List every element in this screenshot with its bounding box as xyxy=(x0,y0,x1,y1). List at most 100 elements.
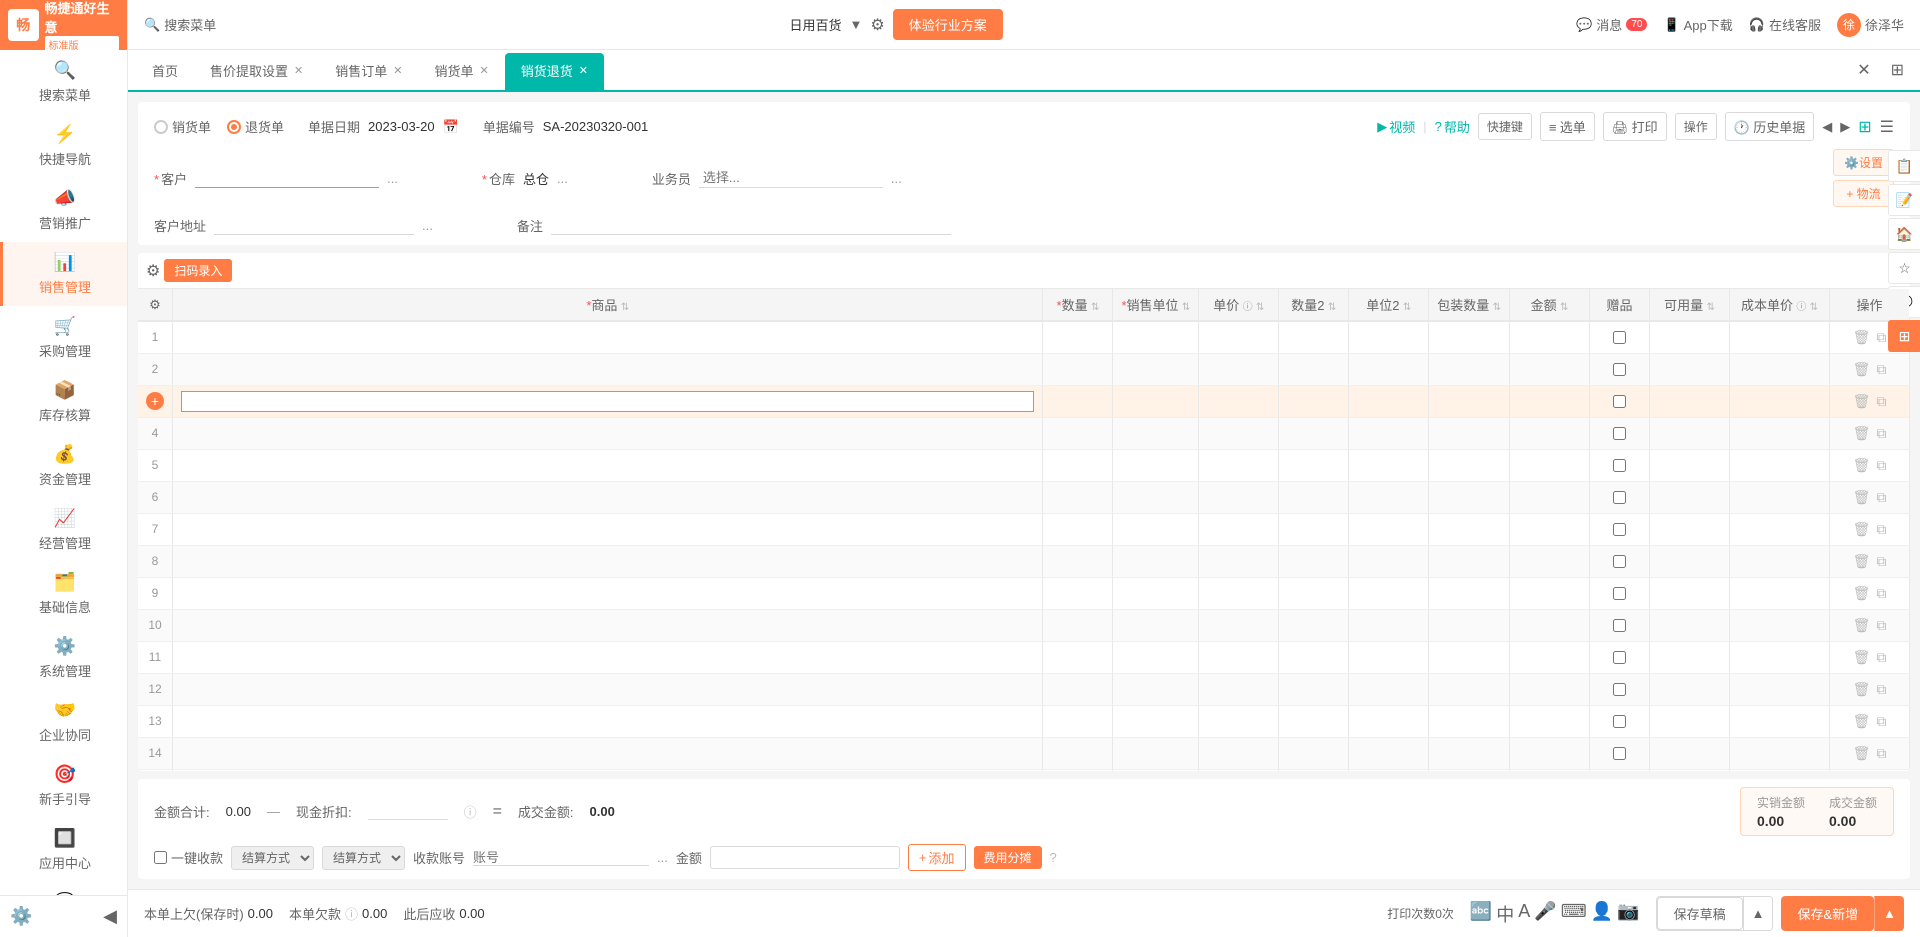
gift-checkbox[interactable] xyxy=(1613,747,1626,760)
grid-view-icon[interactable]: ⊞ xyxy=(1858,117,1871,137)
row-delete-icon[interactable]: 🗑 xyxy=(1853,425,1871,442)
scan-btn[interactable]: 扫码录入 xyxy=(164,259,232,282)
gift-checkbox[interactable] xyxy=(1613,523,1626,536)
row-copy-icon[interactable]: ⧉ xyxy=(1876,393,1886,410)
tab-close-sales-return[interactable]: ✕ xyxy=(579,64,588,77)
sidebar-item-inventory[interactable]: 📦 库存核算 xyxy=(0,370,127,434)
row-copy-icon[interactable]: ⧉ xyxy=(1876,521,1886,538)
sidebar-item-apps[interactable]: 🔲 应用中心 xyxy=(0,818,127,882)
tab-sales-order[interactable]: 销售订单 ✕ xyxy=(319,53,418,90)
unit-cell[interactable] xyxy=(1113,321,1199,353)
row-delete-icon[interactable]: 🗑 xyxy=(1853,361,1871,378)
product-input-active[interactable] xyxy=(181,391,1034,412)
tool-btn-1[interactable]: 🔤 xyxy=(1470,901,1492,927)
row-copy-icon[interactable]: ⧉ xyxy=(1876,489,1886,506)
price-sort-icon[interactable]: ⇅ xyxy=(1256,302,1264,313)
tool-btn-4[interactable]: 🎤 xyxy=(1534,901,1556,927)
settings-gear-icon[interactable]: ⚙️ xyxy=(10,906,32,927)
topbar-gear-icon[interactable]: ⚙ xyxy=(870,15,884,35)
topbar-search[interactable]: 🔍 搜索菜单 xyxy=(144,15,216,34)
tab-close-sales-delivery[interactable]: ✕ xyxy=(480,64,489,77)
row-delete-icon[interactable]: 🗑 xyxy=(1853,393,1871,410)
gift-checkbox[interactable] xyxy=(1613,619,1626,632)
sidebar-item-shortcut[interactable]: ⚡ 快捷导航 xyxy=(0,114,127,178)
qty-sort-icon[interactable]: ⇅ xyxy=(1091,302,1099,313)
row-copy-icon[interactable]: ⧉ xyxy=(1876,425,1886,442)
right-panel-btn-1[interactable]: 📋 xyxy=(1888,150,1920,182)
customer-select-btn[interactable]: ... xyxy=(387,171,398,186)
cash-info-icon[interactable]: ⓘ xyxy=(464,802,477,821)
tool-btn-5[interactable]: ⌨ xyxy=(1561,901,1587,927)
payment-amount-input[interactable] xyxy=(710,846,900,869)
gift-checkbox[interactable] xyxy=(1613,363,1626,376)
history-btn[interactable]: 🕐 历史单据 xyxy=(1725,112,1815,141)
sidebar-item-system[interactable]: ⚙️ 系统管理 xyxy=(0,626,127,690)
right-panel-btn-6[interactable]: ⊞ xyxy=(1888,320,1920,352)
account-dots-btn[interactable]: ... xyxy=(657,850,668,865)
calc-method-select[interactable]: 结算方式 xyxy=(322,846,405,870)
shortcut-btn[interactable]: 快捷键 xyxy=(1478,113,1532,140)
qty2-cell[interactable] xyxy=(1279,321,1349,353)
row-delete-icon[interactable]: 🗑 xyxy=(1853,457,1871,474)
cost-info-icon[interactable]: ⓘ xyxy=(1796,302,1806,313)
address-input[interactable] xyxy=(214,215,414,235)
print-btn[interactable]: 🖨 打印 xyxy=(1603,112,1667,141)
expense-split-btn[interactable]: 费用分摊 xyxy=(974,846,1042,869)
qty-cell[interactable] xyxy=(1043,353,1113,385)
qty2-cell[interactable] xyxy=(1279,353,1349,385)
tab-close-price-settings[interactable]: ✕ xyxy=(294,64,303,77)
row-copy-icon[interactable]: ⧉ xyxy=(1876,617,1886,634)
tab-expand-icon[interactable]: ⊞ xyxy=(1883,56,1912,84)
product-cell-active[interactable] xyxy=(173,385,1043,417)
sidebar-collapse-icon[interactable]: ◀ xyxy=(103,906,117,927)
sidebar-item-guide[interactable]: 🎯 新手引导 xyxy=(0,754,127,818)
address-select-btn[interactable]: ... xyxy=(422,218,433,233)
table-settings-icon[interactable]: ⚙ xyxy=(146,261,160,281)
expense-help-icon[interactable]: ? xyxy=(1050,850,1057,865)
row-delete-icon[interactable]: 🗑 xyxy=(1853,681,1871,698)
qty-cell[interactable] xyxy=(1043,321,1113,353)
price-cell[interactable] xyxy=(1199,353,1279,385)
list-view-icon[interactable]: ☰ xyxy=(1880,117,1894,137)
tab-price-settings[interactable]: 售价提取设置 ✕ xyxy=(194,53,319,90)
unit2-cell[interactable] xyxy=(1349,321,1429,353)
radio-delivery[interactable]: 销货单 xyxy=(154,117,211,136)
right-panel-btn-4[interactable]: ☆ xyxy=(1888,252,1920,284)
sidebar-item-enterprise[interactable]: 🤝 企业协同 xyxy=(0,690,127,754)
gift-checkbox[interactable] xyxy=(1613,395,1626,408)
unit-cell[interactable] xyxy=(1113,353,1199,385)
unit-sort-icon[interactable]: ⇅ xyxy=(1182,302,1190,313)
gift-checkbox[interactable] xyxy=(1613,683,1626,696)
operation-btn[interactable]: 操作 xyxy=(1675,113,1717,140)
row-copy-icon[interactable]: ⧉ xyxy=(1876,649,1886,666)
add-row-btn[interactable]: + xyxy=(146,392,164,410)
unit2-cell[interactable] xyxy=(1349,353,1429,385)
price-info-icon[interactable]: ⓘ xyxy=(1243,302,1253,313)
cost-sort-icon[interactable]: ⇅ xyxy=(1810,302,1818,313)
right-panel-btn-3[interactable]: 🏠 xyxy=(1888,218,1920,250)
row-delete-icon[interactable]: 🗑 xyxy=(1853,329,1871,346)
video-link[interactable]: ▶ 视频 xyxy=(1377,117,1415,136)
gift-checkbox[interactable] xyxy=(1613,331,1626,344)
row-delete-icon[interactable]: 🗑 xyxy=(1853,489,1871,506)
product-cell[interactable] xyxy=(173,321,1043,353)
qty2-cell-active[interactable] xyxy=(1279,385,1349,417)
row-delete-icon[interactable]: 🗑 xyxy=(1853,649,1871,666)
experience-button[interactable]: 体验行业方案 xyxy=(893,9,1003,40)
sidebar-item-wechat[interactable]: 💬 企业微信 xyxy=(0,882,127,895)
prev-record-icon[interactable]: ◀ xyxy=(1822,119,1832,135)
available-sort-icon[interactable]: ⇅ xyxy=(1706,302,1714,313)
sidebar-item-purchase[interactable]: 🛒 采购管理 xyxy=(0,306,127,370)
warehouse-select-btn[interactable]: ... xyxy=(557,171,568,186)
settings-btn[interactable]: ⚙️设置 xyxy=(1833,149,1894,176)
tool-btn-7[interactable]: 📷 xyxy=(1617,901,1639,927)
pkg-sort-icon[interactable]: ⇅ xyxy=(1493,302,1501,313)
add-expense-btn[interactable]: + 添加 xyxy=(908,844,966,871)
row-copy-icon[interactable]: ⧉ xyxy=(1876,585,1886,602)
col-settings-icon[interactable]: ⚙ xyxy=(149,297,161,312)
tab-sales-return[interactable]: 销货退货 ✕ xyxy=(505,53,604,90)
row-delete-icon[interactable]: 🗑 xyxy=(1853,553,1871,570)
calendar-icon[interactable]: 📅 xyxy=(443,119,459,135)
one-click-payment-checkbox[interactable]: 一键收款 xyxy=(154,848,223,867)
row-copy-icon[interactable]: ⧉ xyxy=(1876,457,1886,474)
